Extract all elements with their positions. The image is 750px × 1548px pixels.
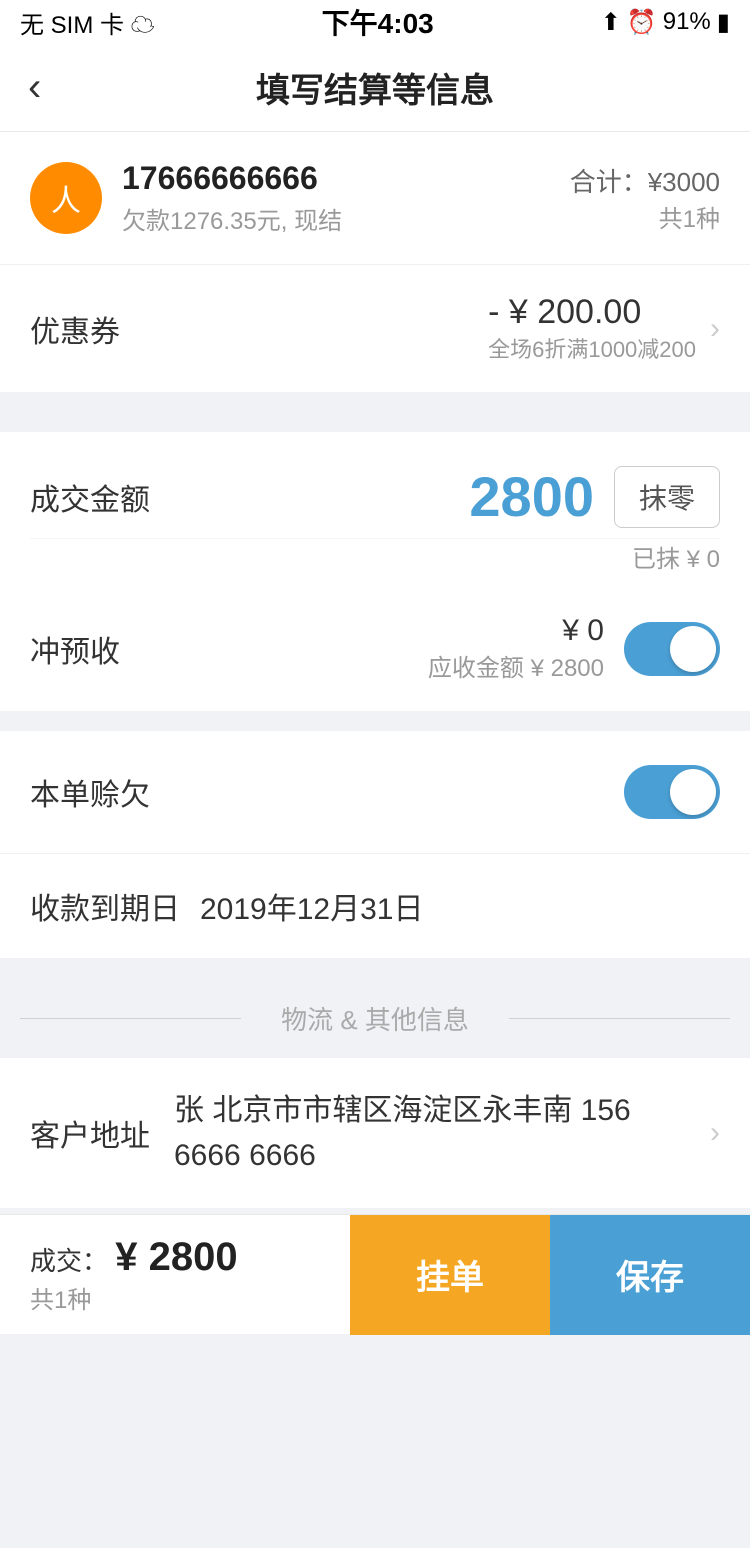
logistics-divider: 物流 & 其他信息 [0, 978, 750, 1058]
bottom-bar: 成交： ¥ 2800 共1种 挂单 保存 [0, 1214, 750, 1334]
alarm-icon: ⏰ [627, 8, 657, 37]
content: 人 17666666666 欠款1276.35元, 现结 合计：¥3000 共1… [0, 132, 750, 1548]
total-count: 共1种 [570, 199, 720, 234]
prepay-amount: ¥ 0 应收金额 ¥ 2800 [428, 614, 604, 683]
coupon-row[interactable]: 优惠券 - ¥ 200.00 全场6折满1000减200 › [0, 264, 750, 392]
transaction-sub: 已抹 ¥ 0 [30, 539, 720, 586]
due-label: 收款到期日 [30, 884, 180, 928]
transaction-section: 成交金额 2800 抹零 已抹 ¥ 0 冲预收 ¥ 0 应收金额 ¥ 2800 [0, 432, 750, 711]
separator-3 [0, 958, 750, 978]
deal-row: 成交： ¥ 2800 [30, 1235, 320, 1280]
customer-row: 人 17666666666 欠款1276.35元, 现结 合计：¥3000 共1… [0, 132, 750, 264]
coupon-label: 优惠券 [30, 307, 120, 351]
address-label: 客户地址 [30, 1111, 150, 1155]
transaction-amount: 2800 [469, 469, 594, 525]
deal-count: 共1种 [30, 1280, 320, 1315]
prepay-label: 冲预收 [30, 627, 120, 671]
status-bar: 无 SIM 卡 ☁ 下午4:03 ⬆ ⏰ 91% ▮ [0, 0, 750, 44]
customer-phone: 17666666666 [122, 160, 342, 197]
address-value: 张 北京市市辖区海淀区永丰南 156 6666 6666 [174, 1088, 704, 1178]
address-row[interactable]: 客户地址 张 北京市市辖区海淀区永丰南 156 6666 6666 › [0, 1058, 750, 1208]
status-time: 下午4:03 [322, 2, 434, 42]
coupon-desc: 全场6折满1000减200 [488, 332, 696, 364]
battery-text: 91% [663, 8, 711, 36]
coupon-right: - ¥ 200.00 全场6折满1000减200 › [488, 293, 720, 364]
prepay-sub: 应收金额 ¥ 2800 [428, 648, 604, 683]
amount-right: 2800 抹零 [469, 466, 720, 528]
debt-row: 本单赊欠 [0, 731, 750, 853]
save-button[interactable]: 保存 [550, 1215, 750, 1335]
divider-line-right [509, 1018, 730, 1019]
separator-2 [0, 711, 750, 731]
coupon-discount: - ¥ 200.00 [488, 293, 696, 332]
due-date-row: 收款到期日 2019年12月31日 [0, 853, 750, 958]
customer-info: 17666666666 欠款1276.35元, 现结 [122, 160, 342, 236]
deal-amount: ¥ 2800 [115, 1235, 237, 1279]
round-button[interactable]: 抹零 [614, 466, 720, 528]
prepay-right: ¥ 0 应收金额 ¥ 2800 [428, 614, 720, 683]
bottom-info: 成交： ¥ 2800 共1种 [0, 1235, 350, 1315]
nav-bar: ‹ 填写结算等信息 [0, 44, 750, 132]
amount-row: 成交金额 2800 抹零 [30, 432, 720, 539]
customer-left: 人 17666666666 欠款1276.35元, 现结 [30, 160, 342, 236]
debt-toggle[interactable] [624, 765, 720, 819]
deal-label: 成交： [30, 1246, 108, 1276]
divider-line-left [20, 1018, 241, 1019]
total-label: 合计：¥3000 [570, 162, 720, 199]
status-right: ⬆ ⏰ 91% ▮ [601, 8, 730, 37]
sim-text: 无 SIM 卡 ☁ [20, 5, 155, 40]
pending-button[interactable]: 挂单 [350, 1215, 550, 1335]
page-title: 填写结算等信息 [256, 63, 494, 112]
due-date-value: 2019年12月31日 [200, 884, 423, 928]
status-left: 无 SIM 卡 ☁ [20, 5, 155, 40]
chevron-icon: › [710, 312, 720, 346]
customer-sub: 欠款1276.35元, 现结 [122, 201, 342, 236]
logistics-label: 物流 & 其他信息 [281, 1000, 469, 1037]
location-icon: ⬆ [601, 8, 621, 37]
transaction-label: 成交金额 [30, 475, 150, 519]
customer-right: 合计：¥3000 共1种 [570, 162, 720, 234]
battery-icon: ▮ [717, 8, 730, 37]
prepay-toggle[interactable] [624, 622, 720, 676]
customer-card: 人 17666666666 欠款1276.35元, 现结 合计：¥3000 共1… [0, 132, 750, 392]
avatar: 人 [30, 162, 102, 234]
back-button[interactable]: ‹ [28, 65, 41, 110]
prepay-row: 冲预收 ¥ 0 应收金额 ¥ 2800 [30, 586, 720, 711]
prepay-main: ¥ 0 [428, 614, 604, 648]
address-chevron-icon: › [710, 1116, 720, 1150]
separator-1 [0, 412, 750, 432]
debt-label: 本单赊欠 [30, 770, 150, 814]
coupon-value: - ¥ 200.00 全场6折满1000减200 [488, 293, 696, 364]
